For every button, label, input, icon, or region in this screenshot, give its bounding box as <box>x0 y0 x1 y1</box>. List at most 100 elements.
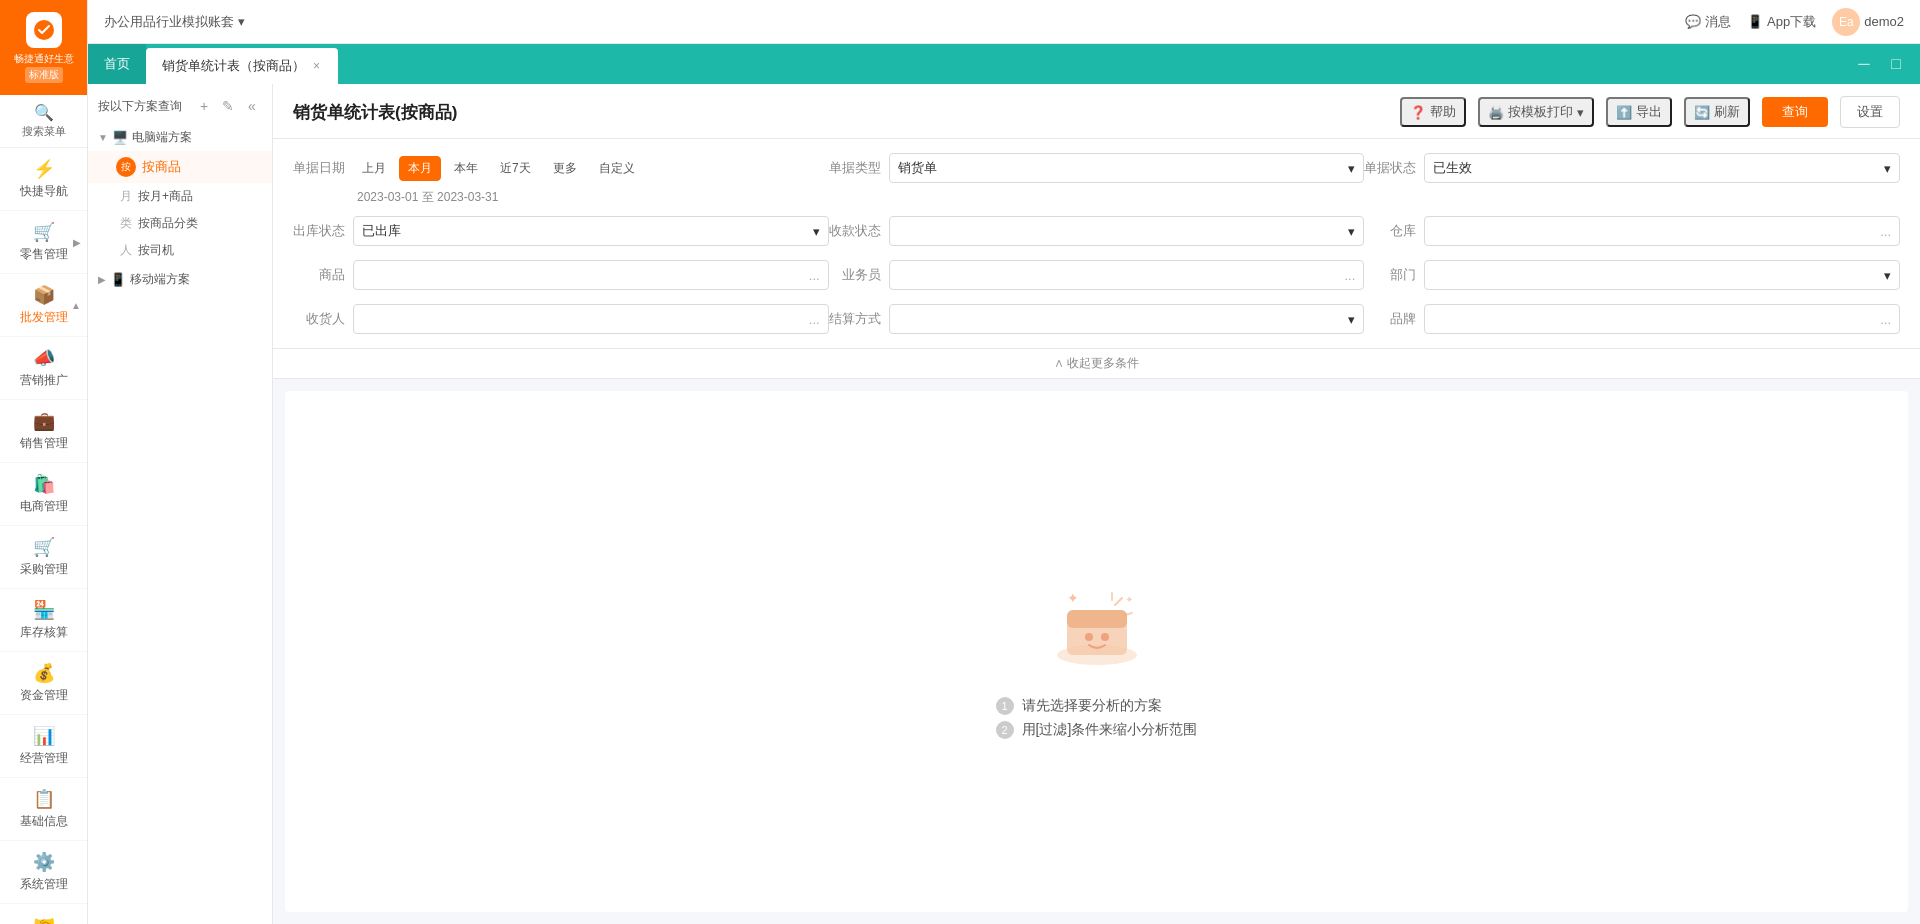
avatar: Ea <box>1832 8 1860 36</box>
sidebar-item-quicknav[interactable]: ⚡ 快捷导航 <box>0 148 87 211</box>
message-btn[interactable]: 💬 消息 <box>1685 13 1731 31</box>
doc-status-arrow: ▾ <box>1884 161 1891 176</box>
brand-control: ... <box>1424 304 1900 334</box>
date-last7-btn[interactable]: 近7天 <box>491 156 540 181</box>
out-status-select[interactable]: 已出库 ▾ <box>353 216 829 246</box>
pc-group-label: 电脑端方案 <box>132 129 192 146</box>
tree-item-by-product[interactable]: 按 按商品 <box>88 151 272 183</box>
user-menu-btn[interactable]: Ea demo2 <box>1832 8 1904 36</box>
collapse-bar[interactable]: ∧ 收起更多条件 <box>273 349 1920 379</box>
salesperson-field[interactable]: ... <box>889 260 1365 290</box>
mobile-group-arrow: ▶ <box>98 274 106 285</box>
product-label: 商品 <box>293 266 353 284</box>
date-this-year-btn[interactable]: 本年 <box>445 156 487 181</box>
sidebar-item-operations[interactable]: 📊 经营管理 <box>0 715 87 778</box>
warehouse-field[interactable]: ... <box>1424 216 1900 246</box>
date-label: 单据日期 <box>293 159 353 177</box>
tree-mobile-group[interactable]: ▶ 📱 移动端方案 <box>88 266 272 293</box>
filter-cell-brand: 品牌 ... <box>1364 300 1900 338</box>
sidebar-item-marketing[interactable]: 📣 营销推广 <box>0 337 87 400</box>
industry-selector[interactable]: 办公用品行业模拟账套 ▾ <box>104 13 245 31</box>
purchase-label: 采购管理 <box>20 561 68 578</box>
content-area: 按以下方案查询 + ✎ « ▼ 🖥️ 电脑端方案 按 按商品 <box>88 84 1920 924</box>
sidebar-item-enterprise[interactable]: 🤝 企业协同 <box>0 904 87 924</box>
brand-field[interactable]: ... <box>1424 304 1900 334</box>
category-label: 按商品分类 <box>138 215 198 232</box>
salesperson-dots: ... <box>1344 268 1355 283</box>
panel-header-title: 按以下方案查询 <box>98 98 182 115</box>
doc-status-select[interactable]: 已生效 ▾ <box>1424 153 1900 183</box>
sidebar-item-sales[interactable]: 💼 销售管理 <box>0 400 87 463</box>
system-label: 系统管理 <box>20 876 68 893</box>
date-range-text: 2023-03-01 至 2023-03-31 <box>357 190 498 204</box>
empty-tip-1: 1 请先选择要分析的方案 <box>996 697 1198 715</box>
brand-label: 品牌 <box>1364 310 1424 328</box>
export-icon: ⬆️ <box>1616 105 1632 120</box>
doc-type-select[interactable]: 销货单 ▾ <box>889 153 1365 183</box>
tree-item-by-month-product[interactable]: 月 按月+商品 <box>88 183 272 210</box>
filter-cell-department: 部门 ▾ <box>1364 256 1900 294</box>
sidebar-item-retail[interactable]: 🛒 零售管理 ▶ <box>0 211 87 274</box>
tab-home[interactable]: 首页 <box>88 44 146 84</box>
date-last-month-btn[interactable]: 上月 <box>353 156 395 181</box>
settings-btn[interactable]: 设置 <box>1840 96 1900 128</box>
sidebar-item-inventory[interactable]: 🏪 库存核算 <box>0 589 87 652</box>
panel-collapse-btn[interactable]: « <box>242 96 262 116</box>
sidebar-item-basic[interactable]: 📋 基础信息 <box>0 778 87 841</box>
tab-sales-stats-label: 销货单统计表（按商品） <box>162 57 305 75</box>
topbar: 办公用品行业模拟账套 ▾ 💬 消息 📱 App下载 Ea demo2 <box>88 0 1920 44</box>
receipt-status-select[interactable]: ▾ <box>889 216 1365 246</box>
sidebar-item-system[interactable]: ⚙️ 系统管理 <box>0 841 87 904</box>
warehouse-label: 仓库 <box>1364 222 1424 240</box>
industry-label: 办公用品行业模拟账套 <box>104 13 234 31</box>
help-btn[interactable]: ❓ 帮助 <box>1400 97 1466 127</box>
payment-select[interactable]: ▾ <box>889 304 1365 334</box>
wholesale-arrow: ▲ <box>71 300 81 311</box>
sidebar-item-finance[interactable]: 💰 资金管理 <box>0 652 87 715</box>
tree-item-by-staff[interactable]: 人 按司机 <box>88 237 272 264</box>
tab-sales-stats[interactable]: 销货单统计表（按商品） × <box>146 48 338 84</box>
empty-tips: 1 请先选择要分析的方案 2 用[过滤]条件来缩小分析范围 <box>996 697 1198 739</box>
tree-pc-group-header[interactable]: ▼ 🖥️ 电脑端方案 <box>88 124 272 151</box>
template-print-btn[interactable]: 🖨️ 按模板打印 ▾ <box>1478 97 1594 127</box>
tree-item-by-category[interactable]: 类 按商品分类 <box>88 210 272 237</box>
panel-add-btn[interactable]: + <box>194 96 214 116</box>
department-control: ▾ <box>1424 260 1900 290</box>
query-btn[interactable]: 查询 <box>1762 97 1828 127</box>
filter-row-3: 商品 ... 业务员 ... <box>293 256 1900 294</box>
export-label: 导出 <box>1636 103 1662 121</box>
inventory-icon: 🏪 <box>33 599 55 621</box>
product-field[interactable]: ... <box>353 260 829 290</box>
sidebar-item-ecommerce[interactable]: 🛍️ 电商管理 <box>0 463 87 526</box>
date-this-month-btn[interactable]: 本月 <box>399 156 441 181</box>
sidebar-item-purchase[interactable]: 🛒 采购管理 <box>0 526 87 589</box>
date-custom-btn[interactable]: 自定义 <box>590 156 644 181</box>
svg-point-4 <box>1085 633 1093 641</box>
doc-type-value: 销货单 <box>898 159 937 177</box>
topbar-left: 办公用品行业模拟账套 ▾ <box>104 13 245 31</box>
tab-minimize-btn[interactable]: ─ <box>1852 52 1876 76</box>
help-label: 帮助 <box>1430 103 1456 121</box>
tab-maximize-btn[interactable]: □ <box>1884 52 1908 76</box>
out-status-label: 出库状态 <box>293 222 353 240</box>
staff-icon: 人 <box>120 242 132 259</box>
panel-edit-btn[interactable]: ✎ <box>218 96 238 116</box>
refresh-btn[interactable]: 🔄 刷新 <box>1684 97 1750 127</box>
receiver-dots: ... <box>809 312 820 327</box>
app-download-btn[interactable]: 📱 App下载 <box>1747 13 1816 31</box>
search-menu-item[interactable]: 🔍 搜索菜单 <box>0 95 87 148</box>
export-btn[interactable]: ⬆️ 导出 <box>1606 97 1672 127</box>
receiver-field[interactable]: ... <box>353 304 829 334</box>
sidebar-item-wholesale[interactable]: 📦 批发管理 ▲ <box>0 274 87 337</box>
payment-arrow: ▾ <box>1348 312 1355 327</box>
tip-text-2: 用[过滤]条件来缩小分析范围 <box>1022 721 1198 739</box>
out-status-control: 已出库 ▾ <box>353 216 829 246</box>
tab-close-icon[interactable]: × <box>311 57 322 75</box>
ecommerce-label: 电商管理 <box>20 498 68 515</box>
svg-point-5 <box>1101 633 1109 641</box>
finance-label: 资金管理 <box>20 687 68 704</box>
date-more-btn[interactable]: 更多 <box>544 156 586 181</box>
doc-status-value: 已生效 <box>1433 159 1472 177</box>
search-icon: 🔍 <box>34 103 54 122</box>
department-select[interactable]: ▾ <box>1424 260 1900 290</box>
